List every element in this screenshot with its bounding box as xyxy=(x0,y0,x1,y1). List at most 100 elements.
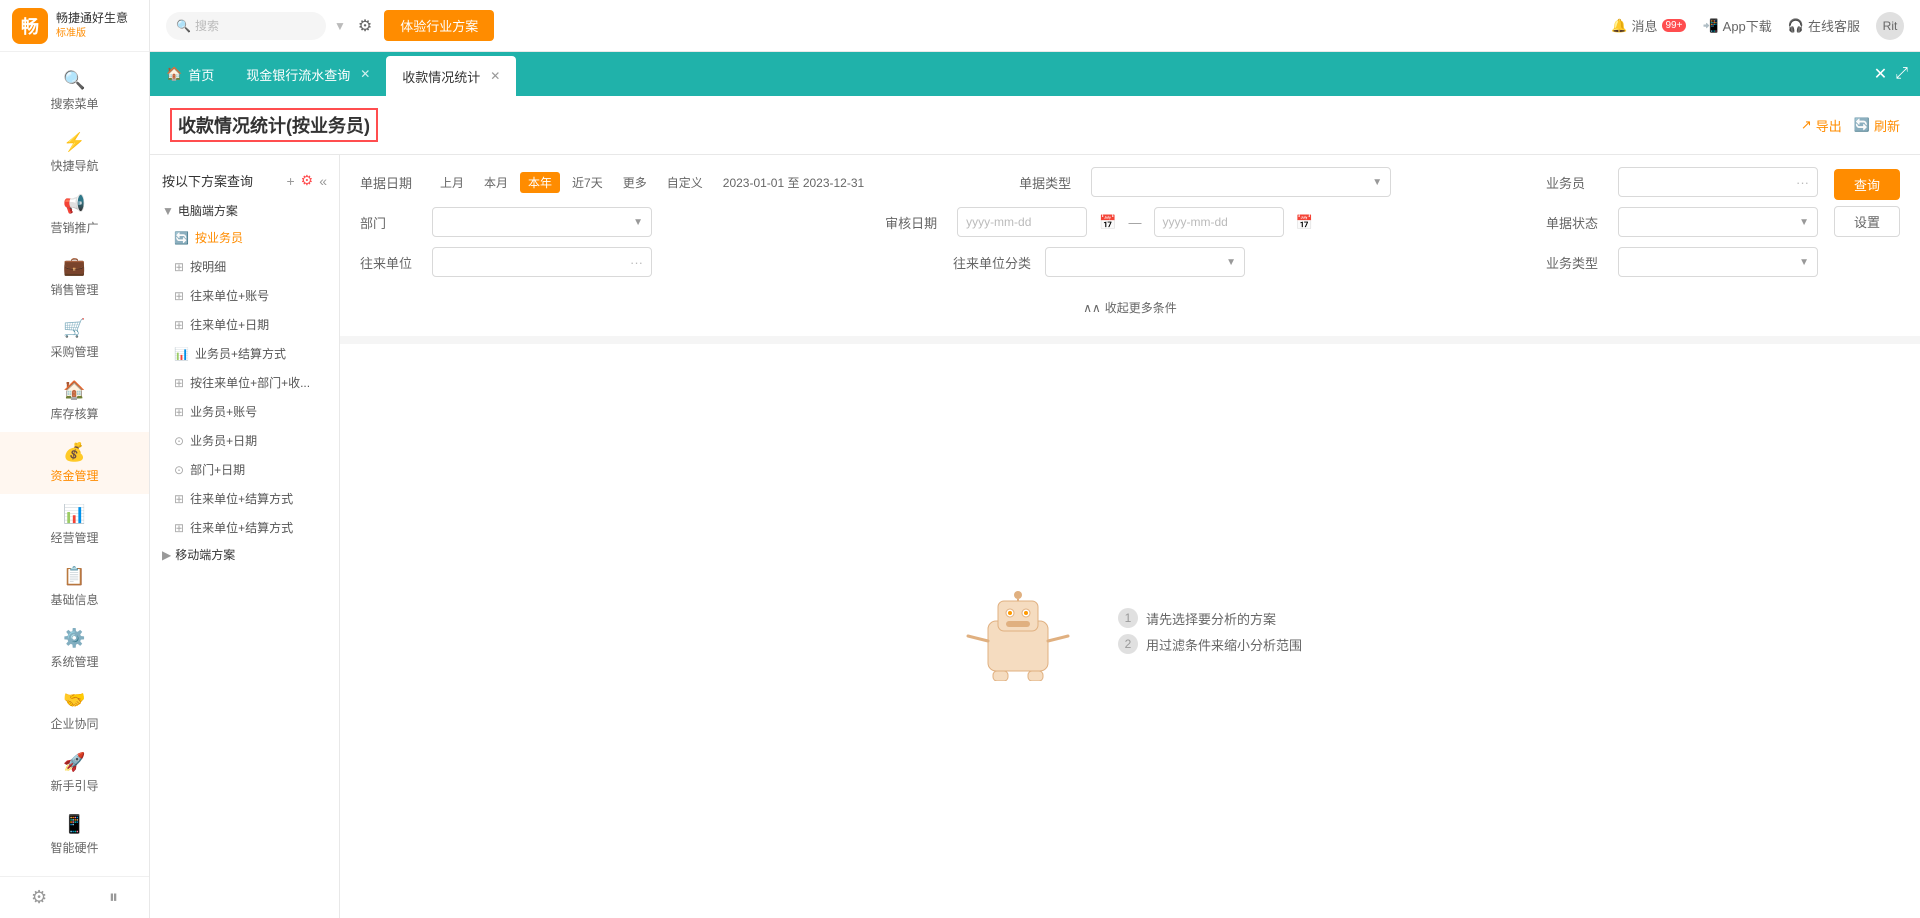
topbar-search-bar[interactable]: 🔍 搜索 xyxy=(166,12,326,40)
home-icon: 🏠 xyxy=(166,66,182,82)
panel-item-by-detail[interactable]: ⊞ 按明细 xyxy=(150,252,339,281)
doc-type-select[interactable]: ▼ xyxy=(1091,167,1391,197)
partner-category-select[interactable]: ▼ xyxy=(1045,247,1245,277)
settings-btn[interactable]: 设置 xyxy=(1834,206,1900,237)
enterprise-icon: 🤝 xyxy=(63,690,85,711)
panel-item-unit-settlement3[interactable]: ⊞ 往来单位+结算方式 xyxy=(150,513,339,542)
sidebar-nav: 🔍 搜索菜单 ⚡ 快捷导航 📢 营销推广 💼 销售管理 🛒 采购管理 🏠 库存核… xyxy=(0,52,149,876)
sidebar-item-enterprise[interactable]: 🤝 企业协同 xyxy=(0,680,149,742)
dept-select[interactable]: ▼ xyxy=(432,207,652,237)
panel-item-unit-date[interactable]: ⊞ 往来单位+日期 xyxy=(150,310,339,339)
sidebar-item-basic[interactable]: 📋 基础信息 xyxy=(0,556,149,618)
tab-close-all-btn[interactable]: ✕ xyxy=(1874,64,1887,84)
partner-input[interactable]: ··· xyxy=(432,247,652,277)
panel-item-unit-settlement2[interactable]: ⊞ 往来单位+结算方式 xyxy=(150,484,339,513)
panel-item-by-salesperson[interactable]: 🔄 按业务员 xyxy=(150,223,339,252)
panel-item-salesperson-settlement[interactable]: 📊 业务员+结算方式 xyxy=(150,339,339,368)
tab-collection[interactable]: 收款情况统计 ✕ xyxy=(386,56,516,96)
panel-item-unit-dept-collection[interactable]: ⊞ 按往来单位+部门+收... xyxy=(150,368,339,397)
date-quick-btns: 上月 本月 本年 近7天 更多 自定义 xyxy=(432,172,711,193)
review-date-from[interactable]: yyyy-mm-dd xyxy=(957,207,1087,237)
date-btn-7days[interactable]: 近7天 xyxy=(564,172,611,193)
user-avatar[interactable]: Rit xyxy=(1876,12,1904,40)
gear-settings-btn[interactable]: ⚙ xyxy=(358,16,372,36)
tab-collection-close[interactable]: ✕ xyxy=(490,69,500,83)
collapse-sidebar-btn[interactable]: ⏸ xyxy=(109,887,118,908)
review-date-from-calendar[interactable]: 📅 xyxy=(1099,214,1116,231)
panel-item-dept-date[interactable]: ⊙ 部门+日期 xyxy=(150,455,339,484)
refresh-btn[interactable]: 🔄 刷新 xyxy=(1854,116,1900,135)
doc-status-label: 单据状态 xyxy=(1546,213,1606,232)
date-btn-this-month[interactable]: 本月 xyxy=(476,172,516,193)
sidebar-item-wechat[interactable]: 💬 企业微信 xyxy=(0,866,149,876)
doc-type-label: 单据类型 xyxy=(1019,173,1079,192)
sidebar-item-inventory[interactable]: 🏠 库存核算 xyxy=(0,370,149,432)
online-service-btn[interactable]: 🎧 在线客服 xyxy=(1788,16,1860,35)
app-download-btn[interactable]: 📲 App下载 xyxy=(1702,16,1771,35)
search-icon-topbar: 🔍 xyxy=(176,19,191,33)
sidebar-item-search[interactable]: 🔍 搜索菜单 xyxy=(0,60,149,122)
add-scheme-btn[interactable]: + xyxy=(286,173,294,189)
panel-item-unit-account[interactable]: ⊞ 往来单位+账号 xyxy=(150,281,339,310)
logo-area: 畅 畅捷通好生意 标准版 xyxy=(0,0,149,52)
scheme-settings-btn[interactable]: ⚙ xyxy=(301,172,314,189)
page-actions: ↗ 导出 🔄 刷新 xyxy=(1801,116,1900,135)
topbar: 🔍 搜索 ▼ ⚙ 体验行业方案 🔔 消息 99+ 📲 App下载 🎧 在 xyxy=(150,0,1920,52)
doc-type-arrow: ▼ xyxy=(1372,177,1382,188)
date-btn-more[interactable]: 更多 xyxy=(615,172,655,193)
shortcut-icon: ⚡ xyxy=(63,132,85,153)
tab-home[interactable]: 🏠 首页 xyxy=(150,52,230,96)
topbar-right: 🔔 消息 99+ 📲 App下载 🎧 在线客服 Rit xyxy=(1611,12,1904,40)
doc-status-select[interactable]: ▼ xyxy=(1618,207,1818,237)
sidebar-item-system[interactable]: ⚙️ 系统管理 xyxy=(0,618,149,680)
download-icon: 📲 xyxy=(1702,18,1718,34)
panel-item-salesperson-date[interactable]: ⊙ 业务员+日期 xyxy=(150,426,339,455)
sidebar-item-sales[interactable]: 💼 销售管理 xyxy=(0,246,149,308)
biz-type-select[interactable]: ▼ xyxy=(1618,247,1818,277)
date-btn-custom[interactable]: 自定义 xyxy=(659,172,711,193)
query-btn[interactable]: 查询 xyxy=(1834,169,1900,200)
panel-header-actions: + ⚙ « xyxy=(286,172,327,189)
salesperson-input[interactable]: ··· xyxy=(1618,167,1818,197)
inventory-icon: 🏠 xyxy=(63,380,85,401)
industry-btn-container: 体验行业方案 xyxy=(384,10,494,41)
section-arrow-mobile: ▶ xyxy=(162,548,171,562)
review-date-label: 审核日期 xyxy=(885,213,945,232)
review-date-to-calendar[interactable]: 📅 xyxy=(1296,214,1313,231)
step-num-1: 1 xyxy=(1118,608,1138,628)
panel-section-mobile: ▶ 移动端方案 xyxy=(150,542,339,567)
panel-item-salesperson-account[interactable]: ⊞ 业务员+账号 xyxy=(150,397,339,426)
empty-illustration xyxy=(958,581,1078,681)
panel-section-desktop-title[interactable]: ▼ 电脑端方案 xyxy=(150,198,339,223)
date-range-display: 2023-01-01 至 2023-12-31 xyxy=(723,174,864,191)
tab-expand-btn[interactable]: ⤢ xyxy=(1895,65,1908,83)
biz-type-label: 业务类型 xyxy=(1546,253,1606,272)
sidebar-item-shortcut[interactable]: ⚡ 快捷导航 xyxy=(0,122,149,184)
date-dash: — xyxy=(1129,215,1142,230)
sidebar: 畅 畅捷通好生意 标准版 🔍 搜索菜单 ⚡ 快捷导航 📢 营销推广 💼 销售管理… xyxy=(0,0,150,918)
salesperson-icon: 🔄 xyxy=(174,231,189,245)
sidebar-item-operation[interactable]: 📊 经营管理 xyxy=(0,494,149,556)
date-btn-this-year[interactable]: 本年 xyxy=(520,172,560,193)
date-btn-last-month[interactable]: 上月 xyxy=(432,172,472,193)
industry-btn[interactable]: 体验行业方案 xyxy=(384,10,494,41)
left-panel: 按以下方案查询 + ⚙ « ▼ 电脑端方案 🔄 按业务员 xyxy=(150,155,340,918)
panel-section-mobile-title[interactable]: ▶ 移动端方案 xyxy=(150,542,339,567)
empty-state: 1 请先选择要分析的方案 2 用过滤条件来缩小分析范围 xyxy=(340,344,1920,918)
collapse-filter-btn[interactable]: ∧∧ 收起更多条件 xyxy=(360,291,1900,324)
sidebar-item-purchase[interactable]: 🛒 采购管理 xyxy=(0,308,149,370)
step-num-2: 2 xyxy=(1118,634,1138,654)
sidebar-item-hardware[interactable]: 📱 智能硬件 xyxy=(0,804,149,866)
service-icon: 🎧 xyxy=(1788,18,1804,34)
partner-label: 往来单位 xyxy=(360,253,420,272)
settings-bottom-btn[interactable]: ⚙ xyxy=(31,887,47,908)
tab-bank[interactable]: 现金银行流水查询 ✕ xyxy=(230,52,386,96)
sidebar-item-guide[interactable]: 🚀 新手引导 xyxy=(0,742,149,804)
tab-bank-close[interactable]: ✕ xyxy=(360,67,370,81)
collapse-panel-btn[interactable]: « xyxy=(319,173,327,189)
export-btn[interactable]: ↗ 导出 xyxy=(1801,116,1842,135)
sidebar-item-marketing[interactable]: 📢 营销推广 xyxy=(0,184,149,246)
review-date-to[interactable]: yyyy-mm-dd xyxy=(1154,207,1284,237)
notification-btn[interactable]: 🔔 消息 99+ xyxy=(1611,16,1686,35)
sidebar-item-finance[interactable]: 💰 资金管理 xyxy=(0,432,149,494)
